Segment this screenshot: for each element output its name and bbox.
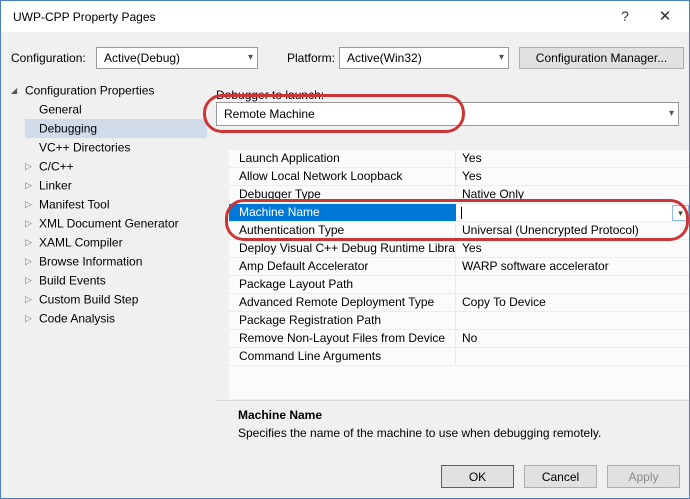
debugger-combobox-value: Remote Machine — [224, 103, 315, 125]
description-separator — [216, 400, 689, 401]
property-row-debugger-type[interactable]: Debugger Type Native Only — [229, 186, 689, 204]
tree-expander-collapsed-icon[interactable]: ▷ — [25, 195, 39, 214]
tree-item-linker[interactable]: ▷Linker — [25, 176, 207, 195]
tree-expander-collapsed-icon[interactable]: ▷ — [25, 290, 39, 309]
chevron-down-icon: ▾ — [499, 48, 504, 68]
chevron-down-icon: ▾ — [248, 48, 253, 68]
machine-name-dropdown-button[interactable]: ▾ — [672, 205, 689, 221]
cancel-button[interactable]: Cancel — [524, 465, 597, 488]
property-row-allow-local-network-loopback[interactable]: Allow Local Network Loopback Yes — [229, 168, 689, 186]
tree-item-xml-document-generator[interactable]: ▷XML Document Generator — [25, 214, 207, 233]
tree-item-debugging[interactable]: Debugging — [25, 119, 207, 138]
property-row-remove-non-layout-files[interactable]: Remove Non-Layout Files from Device No — [229, 330, 689, 348]
description-title: Machine Name — [238, 408, 322, 422]
description-text: Specifies the name of the machine to use… — [238, 426, 601, 440]
window-title: UWP-CPP Property Pages — [13, 10, 156, 24]
tree-expander-collapsed-icon[interactable]: ▷ — [25, 252, 39, 271]
tree-expander-collapsed-icon[interactable]: ▷ — [25, 176, 39, 195]
configuration-combobox[interactable]: Active(Debug) ▾ — [96, 47, 258, 69]
debugger-combobox[interactable]: Remote Machine ▾ — [216, 102, 679, 126]
property-row-machine-name[interactable]: Machine Name ▾ — [229, 204, 689, 222]
platform-combobox[interactable]: Active(Win32) ▾ — [339, 47, 509, 69]
property-row-package-layout-path[interactable]: Package Layout Path — [229, 276, 689, 294]
text-caret — [461, 207, 462, 219]
tree-expander-collapsed-icon[interactable]: ▷ — [25, 309, 39, 328]
tree-item-c-cpp[interactable]: ▷C/C++ — [25, 157, 207, 176]
platform-label: Platform: — [287, 47, 335, 69]
configuration-manager-button[interactable]: Configuration Manager... — [519, 47, 684, 69]
tree-item-xaml-compiler[interactable]: ▷XAML Compiler — [25, 233, 207, 252]
close-icon: ✕ — [659, 8, 672, 25]
property-row-deploy-debug-runtime-libraries[interactable]: Deploy Visual C++ Debug Runtime Librarie… — [229, 240, 689, 258]
property-grid: Launch Application Yes Allow Local Netwo… — [229, 149, 689, 399]
configuration-combobox-value: Active(Debug) — [104, 48, 180, 68]
tree-expander-collapsed-icon[interactable]: ▷ — [25, 157, 39, 176]
close-button[interactable]: ✕ — [645, 1, 685, 32]
chevron-down-icon: ▾ — [669, 103, 674, 125]
property-row-authentication-type[interactable]: Authentication Type Universal (Unencrypt… — [229, 222, 689, 240]
property-pages-dialog: UWP-CPP Property Pages ? ✕ Configuration… — [0, 0, 690, 499]
tree-item-build-events[interactable]: ▷Build Events — [25, 271, 207, 290]
tree-expander-expanded-icon[interactable]: ◢ — [11, 81, 25, 100]
titlebar: UWP-CPP Property Pages ? ✕ — [1, 1, 689, 32]
tree-item-vcpp-directories[interactable]: VC++ Directories — [25, 138, 207, 157]
tree-expander-collapsed-icon[interactable]: ▷ — [25, 271, 39, 290]
property-row-command-line-arguments[interactable]: Command Line Arguments — [229, 348, 689, 366]
tree-item-custom-build-step[interactable]: ▷Custom Build Step — [25, 290, 207, 309]
platform-combobox-value: Active(Win32) — [347, 48, 422, 68]
property-row-amp-default-accelerator[interactable]: Amp Default Accelerator WARP software ac… — [229, 258, 689, 276]
tree-item-code-analysis[interactable]: ▷Code Analysis — [25, 309, 207, 328]
help-button[interactable]: ? — [605, 1, 645, 32]
tree-expander-collapsed-icon[interactable]: ▷ — [25, 214, 39, 233]
apply-button[interactable]: Apply — [607, 465, 680, 488]
tree-item-general[interactable]: General — [25, 100, 207, 119]
property-row-package-registration-path[interactable]: Package Registration Path — [229, 312, 689, 330]
tree-item-browse-information[interactable]: ▷Browse Information — [25, 252, 207, 271]
property-row-launch-application[interactable]: Launch Application Yes — [229, 150, 689, 168]
chevron-down-icon: ▾ — [678, 208, 683, 218]
tree-item-configuration-properties[interactable]: ◢Configuration Properties — [11, 81, 207, 100]
help-icon: ? — [621, 8, 629, 24]
machine-name-input[interactable]: ▾ — [456, 204, 689, 221]
configuration-label: Configuration: — [11, 47, 86, 69]
configuration-tree: ◢Configuration Properties General Debugg… — [11, 81, 207, 341]
tree-item-manifest-tool[interactable]: ▷Manifest Tool — [25, 195, 207, 214]
tree-expander-collapsed-icon[interactable]: ▷ — [25, 233, 39, 252]
ok-button[interactable]: OK — [441, 465, 514, 488]
property-row-advanced-remote-deployment-type[interactable]: Advanced Remote Deployment Type Copy To … — [229, 294, 689, 312]
